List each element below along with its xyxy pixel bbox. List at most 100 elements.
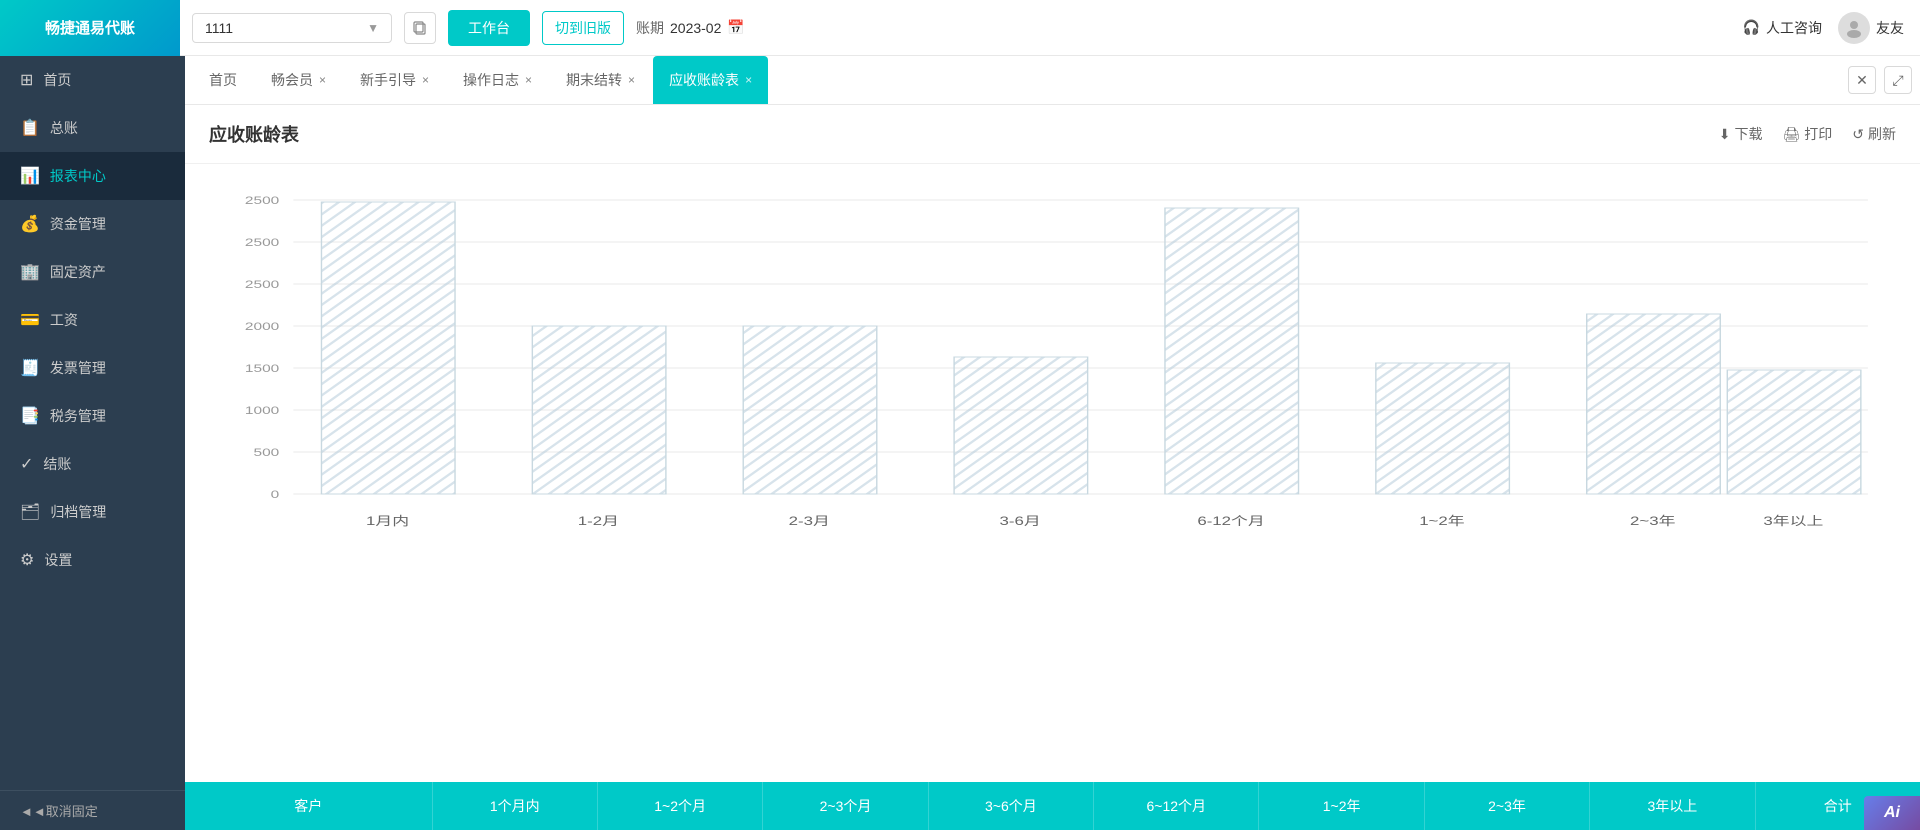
- copy-icon: [412, 20, 428, 36]
- sidebar-label-home: 首页: [43, 70, 71, 90]
- consult-button[interactable]: 🎧 人工咨询: [1743, 18, 1822, 38]
- th-1-2year: 1~2年: [1259, 782, 1424, 830]
- download-icon: ⬇: [1719, 126, 1731, 143]
- tab-closing-label: 期末结转: [566, 70, 622, 90]
- sidebar-item-tax[interactable]: 📑 税务管理: [0, 392, 185, 440]
- sidebar-label-tax: 税务管理: [50, 406, 106, 426]
- content-area: 首页 畅会员 × 新手引导 × 操作日志 × 期末结转 × 应收账龄表 ×: [185, 56, 1920, 830]
- svg-text:1~2年: 1~2年: [1419, 514, 1464, 528]
- tab-actions: ✕ ⤢: [1848, 66, 1912, 94]
- svg-text:2500: 2500: [245, 278, 279, 290]
- expand-tab-button[interactable]: ⤢: [1884, 66, 1912, 94]
- svg-text:2000: 2000: [245, 320, 279, 332]
- tab-member-close[interactable]: ×: [319, 73, 326, 87]
- sidebar-item-home[interactable]: ⊞ 首页: [0, 56, 185, 104]
- th-1-2month: 1~2个月: [598, 782, 763, 830]
- closing-icon: ✓: [20, 454, 33, 474]
- page-actions: ⬇ 下载 🖨 打印 ↺ 刷新: [1719, 124, 1896, 144]
- sidebar-item-salary[interactable]: 💳 工资: [0, 296, 185, 344]
- sidebar-item-closing[interactable]: ✓ 结账: [0, 440, 185, 488]
- th-1month: 1个月内: [433, 782, 598, 830]
- tab-oplog-close[interactable]: ×: [525, 73, 532, 87]
- sidebar-item-archive[interactable]: 🗂 归档管理: [0, 488, 185, 536]
- table-header: 客户 1个月内 1~2个月 2~3个月 3~6个月 6~12个月 1~2年 2~…: [185, 782, 1920, 830]
- switch-version-button[interactable]: 切到旧版: [542, 11, 624, 45]
- tab-closing[interactable]: 期末结转 ×: [550, 56, 651, 104]
- th-3year-plus: 3年以上: [1590, 782, 1755, 830]
- tab-guide-close[interactable]: ×: [422, 73, 429, 87]
- user-name: 友友: [1876, 18, 1904, 38]
- cancel-pin-label: ◄◄取消固定: [20, 801, 98, 820]
- svg-text:3-6月: 3-6月: [1000, 515, 1041, 528]
- sidebar-item-invoice[interactable]: 🧾 发票管理: [0, 344, 185, 392]
- svg-text:1500: 1500: [245, 362, 279, 374]
- avatar: [1838, 12, 1870, 44]
- sidebar-item-assets[interactable]: 🏢 固定资产: [0, 248, 185, 296]
- tab-member-label: 畅会员: [271, 70, 313, 90]
- company-name: 1111: [205, 20, 359, 36]
- sidebar-label-assets: 固定资产: [50, 262, 106, 282]
- page-header: 应收账龄表 ⬇ 下载 🖨 打印 ↺ 刷新: [185, 105, 1920, 164]
- invoice-icon: 🧾: [20, 358, 40, 378]
- svg-text:2500: 2500: [245, 194, 279, 206]
- sidebar-label-funds: 资金管理: [50, 214, 106, 234]
- calendar-icon[interactable]: 📅: [727, 19, 744, 36]
- archive-icon: 🗂: [20, 502, 40, 522]
- svg-text:2-3月: 2-3月: [789, 515, 830, 528]
- tab-closing-close[interactable]: ×: [628, 73, 635, 87]
- th-2-3month: 2~3个月: [763, 782, 928, 830]
- cancel-pin-button[interactable]: ◄◄取消固定: [20, 801, 165, 820]
- tab-home[interactable]: 首页: [193, 56, 253, 104]
- close-tab-button[interactable]: ✕: [1848, 66, 1876, 94]
- ai-badge[interactable]: Ai: [1864, 796, 1920, 830]
- svg-text:500: 500: [254, 446, 280, 458]
- svg-text:0: 0: [271, 488, 280, 500]
- copy-button[interactable]: [404, 12, 436, 44]
- logo-text: 畅捷通易代账: [45, 17, 135, 38]
- refresh-icon: ↺: [1852, 126, 1864, 143]
- tab-home-label: 首页: [209, 70, 237, 90]
- headset-icon: 🎧: [1743, 19, 1760, 36]
- sidebar-label-reports: 报表中心: [50, 166, 106, 186]
- th-6-12month: 6~12个月: [1094, 782, 1259, 830]
- top-header: 畅捷通易代账 1111 ▼ 工作台 切到旧版 账期 2023-02 📅 🎧 人工…: [0, 0, 1920, 56]
- sidebar-item-settings[interactable]: ⚙ 设置: [0, 536, 185, 584]
- sidebar-item-reports[interactable]: 📊 报表中心: [0, 152, 185, 200]
- sidebar-label-archive: 归档管理: [50, 502, 106, 522]
- salary-icon: 💳: [20, 310, 40, 330]
- tab-aging-label: 应收账龄表: [669, 70, 739, 90]
- main-layout: ⊞ 首页 📋 总账 📊 报表中心 💰 资金管理 🏢 固定资产 💳 工资: [0, 56, 1920, 830]
- settings-icon: ⚙: [20, 550, 34, 570]
- consult-label: 人工咨询: [1766, 18, 1822, 38]
- refresh-button[interactable]: ↺ 刷新: [1852, 124, 1896, 144]
- tab-aging[interactable]: 应收账龄表 ×: [653, 56, 768, 104]
- sidebar-label-closing: 结账: [43, 454, 71, 474]
- ai-label: Ai: [1884, 804, 1900, 821]
- page-content: 应收账龄表 ⬇ 下载 🖨 打印 ↺ 刷新: [185, 105, 1920, 830]
- tab-aging-close[interactable]: ×: [745, 73, 752, 87]
- sidebar-item-funds[interactable]: 💰 资金管理: [0, 200, 185, 248]
- svg-text:3年以上: 3年以上: [1763, 514, 1823, 528]
- svg-text:1月内: 1月内: [366, 514, 409, 528]
- reports-icon: 📊: [20, 166, 40, 186]
- print-button[interactable]: 🖨 打印: [1782, 124, 1832, 144]
- chart-area: 2500 2500 2500 2000 1500 1000 500 0 1月内 …: [185, 164, 1920, 782]
- sidebar-item-ledger[interactable]: 📋 总账: [0, 104, 185, 152]
- sidebar: ⊞ 首页 📋 总账 📊 报表中心 💰 资金管理 🏢 固定资产 💳 工资: [0, 56, 185, 830]
- print-icon: 🖨: [1782, 126, 1800, 143]
- tab-guide[interactable]: 新手引导 ×: [344, 56, 445, 104]
- company-selector[interactable]: 1111 ▼: [192, 13, 392, 43]
- home-icon: ⊞: [20, 70, 33, 90]
- period-value: 2023-02: [670, 20, 721, 36]
- tab-oplog[interactable]: 操作日志 ×: [447, 56, 548, 104]
- user-area[interactable]: 友友: [1838, 12, 1904, 44]
- workbench-button[interactable]: 工作台: [448, 10, 530, 46]
- ledger-icon: 📋: [20, 118, 40, 138]
- download-button[interactable]: ⬇ 下载: [1719, 124, 1763, 144]
- th-customer: 客户: [185, 782, 433, 830]
- svg-text:2~3年: 2~3年: [1630, 514, 1675, 528]
- sidebar-label-invoice: 发票管理: [50, 358, 106, 378]
- sidebar-scroll: ⊞ 首页 📋 总账 📊 报表中心 💰 资金管理 🏢 固定资产 💳 工资: [0, 56, 185, 790]
- download-label: 下载: [1734, 124, 1762, 144]
- tab-member[interactable]: 畅会员 ×: [255, 56, 342, 104]
